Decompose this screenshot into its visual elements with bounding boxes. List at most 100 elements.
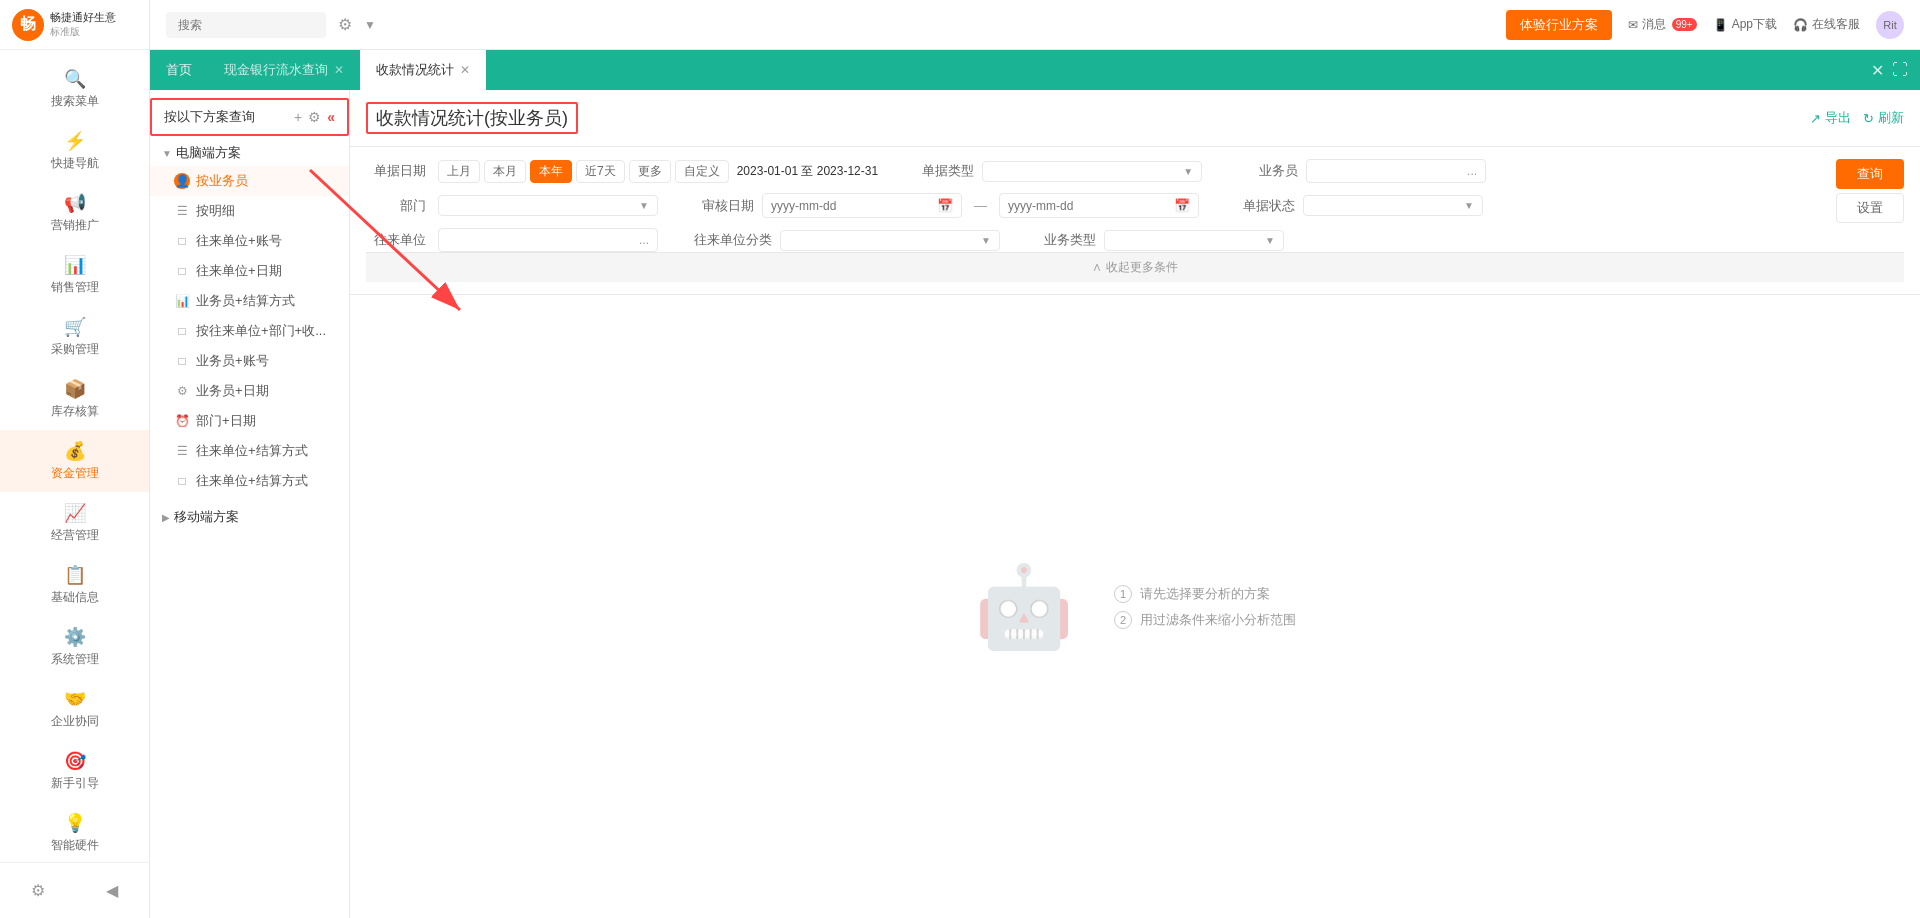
pc-schemes-label: 电脑端方案 (176, 144, 241, 162)
tabs-bar: 首页 现金银行流水查询 ✕ 收款情况统计 ✕ ✕ ⛶ (150, 50, 1920, 90)
sidebar-item-collab[interactable]: 🤝 企业协同 (0, 678, 149, 740)
salesman-select[interactable]: ... (1306, 159, 1486, 183)
date-btn-this-month[interactable]: 本月 (484, 160, 526, 183)
scheme-partner-settle2[interactable]: □ 往来单位+结算方式 (150, 466, 349, 496)
scheme-dept-date[interactable]: ⏰ 部门+日期 (150, 406, 349, 436)
date-btn-last-month[interactable]: 上月 (438, 160, 480, 183)
topbar-dropdown-icon[interactable]: ▼ (364, 18, 376, 32)
logo-icon: 畅 (12, 9, 44, 41)
dept-select[interactable]: ▼ (438, 195, 658, 216)
user-avatar[interactable]: Rit (1876, 11, 1904, 39)
tab-collection-stats[interactable]: 收款情况统计 ✕ (360, 50, 486, 90)
partner-category-field: 往来单位分类 ▼ (694, 230, 1000, 251)
empty-state-content: 🤖 1 请先选择要分析的方案 2 用过滤条件来缩小分析范围 (974, 560, 1296, 654)
sidebar-item-search[interactable]: 🔍 搜索菜单 (0, 58, 149, 120)
scheme-partner-date[interactable]: □ 往来单位+日期 (150, 256, 349, 286)
pc-schemes-arrow: ▼ (162, 148, 172, 159)
tab-close-all-icon[interactable]: ✕ (1871, 61, 1884, 80)
message-btn[interactable]: ✉ 消息 99+ (1628, 16, 1697, 33)
dept-date-icon: ⏰ (174, 413, 190, 429)
topbar-search-input[interactable] (166, 12, 326, 38)
sidebar-item-basic-info[interactable]: 📋 基础信息 (0, 554, 149, 616)
review-date-label: 审核日期 (694, 197, 754, 215)
export-icon: ↗ (1810, 111, 1821, 126)
voucher-status-field: 单据状态 ▼ (1235, 195, 1483, 216)
empty-robot-icon: 🤖 (974, 560, 1074, 654)
pc-schemes-parent[interactable]: ▼ 电脑端方案 (150, 140, 349, 166)
sidebar-item-inventory[interactable]: 📦 库存核算 (0, 368, 149, 430)
settings-bottom-icon[interactable]: ⚙ (23, 873, 53, 908)
review-date-start[interactable] (771, 199, 933, 213)
voucher-status-label: 单据状态 (1235, 197, 1295, 215)
partner-account-icon: □ (174, 233, 190, 249)
salesman-date-icon: ⚙ (174, 383, 190, 399)
tab-expand-icon[interactable]: ⛶ (1892, 61, 1908, 79)
partner-select[interactable]: ... (438, 228, 658, 252)
scheme-partner-settle1[interactable]: ☰ 往来单位+结算方式 (150, 436, 349, 466)
tab-home[interactable]: 首页 (150, 50, 208, 90)
sidebar-item-system[interactable]: ⚙️ 系统管理 (0, 616, 149, 678)
topbar-gear-icon[interactable]: ⚙ (338, 15, 352, 34)
scheme-by-salesman[interactable]: 👤 按业务员 (150, 166, 349, 196)
sidebar-item-quick-nav[interactable]: ⚡ 快捷导航 (0, 120, 149, 182)
content-area: 按以下方案查询 + ⚙ « ▼ 电脑端方案 👤 按业务员 ☰ 按 (150, 90, 1920, 918)
sidebar-item-hardware[interactable]: 💡 智能硬件 (0, 802, 149, 862)
export-btn[interactable]: ↗ 导出 (1810, 109, 1851, 127)
sidebar-item-sales[interactable]: 📊 销售管理 (0, 244, 149, 306)
calendar-start-icon[interactable]: 📅 (937, 198, 953, 213)
biz-type-select[interactable]: ▼ (1104, 230, 1284, 251)
mobile-schemes-parent[interactable]: ▶ 移动端方案 (150, 504, 349, 530)
refresh-btn[interactable]: ↻ 刷新 (1863, 109, 1904, 127)
salesman-more-icon[interactable]: ... (1467, 164, 1477, 178)
voucher-type-select[interactable]: ▼ (982, 161, 1202, 182)
message-badge: 99+ (1672, 18, 1697, 31)
review-date-end[interactable] (1008, 199, 1170, 213)
empty-steps: 1 请先选择要分析的方案 2 用过滤条件来缩小分析范围 (1114, 585, 1296, 629)
query-button[interactable]: 查询 (1836, 159, 1904, 189)
add-scheme-icon[interactable]: + (294, 109, 302, 125)
filter-row-2: 部门 ▼ 审核日期 📅 — (366, 193, 1824, 218)
dept-label: 部门 (366, 197, 426, 215)
partner-category-select[interactable]: ▼ (780, 230, 1000, 251)
scheme-partner-account[interactable]: □ 往来单位+账号 (150, 226, 349, 256)
quick-nav-icon: ⚡ (64, 130, 86, 152)
partner-date-icon: □ (174, 263, 190, 279)
partner-settle1-icon: ☰ (174, 443, 190, 459)
date-btn-this-year[interactable]: 本年 (530, 160, 572, 183)
collapse-sidebar-icon[interactable]: ◀ (98, 873, 126, 908)
tab-collection-stats-close[interactable]: ✕ (460, 63, 470, 77)
guide-icon: 🎯 (64, 750, 86, 772)
scheme-salesman-account[interactable]: □ 业务员+账号 (150, 346, 349, 376)
service-icon: 🎧 (1793, 18, 1808, 32)
date-btn-custom[interactable]: 自定义 (675, 160, 729, 183)
scheme-salesman-date[interactable]: ⚙ 业务员+日期 (150, 376, 349, 406)
scheme-settings-icon[interactable]: ⚙ (308, 109, 321, 125)
page-header: 收款情况统计(按业务员) ↗ 导出 ↻ 刷新 (350, 90, 1920, 147)
sidebar-item-label: 营销推广 (51, 217, 99, 234)
scheme-label: 业务员+日期 (196, 382, 269, 400)
tab-cash-flow[interactable]: 现金银行流水查询 ✕ (208, 50, 360, 90)
online-service-btn[interactable]: 🎧 在线客服 (1793, 16, 1860, 33)
sidebar-item-purchase[interactable]: 🛒 采购管理 (0, 306, 149, 368)
app-download-btn[interactable]: 📱 App下载 (1713, 16, 1777, 33)
date-btn-more[interactable]: 更多 (629, 160, 671, 183)
trial-button[interactable]: 体验行业方案 (1506, 10, 1612, 40)
partner-more-icon[interactable]: ... (639, 233, 649, 247)
collapse-bar-text: ∧ 收起更多条件 (1092, 260, 1177, 274)
sidebar-item-marketing[interactable]: 📢 营销推广 (0, 182, 149, 244)
setting-button[interactable]: 设置 (1836, 193, 1904, 223)
date-btn-7days[interactable]: 近7天 (576, 160, 625, 183)
tab-cash-flow-close[interactable]: ✕ (334, 63, 344, 77)
scheme-by-detail[interactable]: ☰ 按明细 (150, 196, 349, 226)
empty-state: 🤖 1 请先选择要分析的方案 2 用过滤条件来缩小分析范围 (974, 560, 1296, 654)
logo-text: 畅捷通好生意 标准版 (50, 10, 116, 39)
sidebar-item-guide[interactable]: 🎯 新手引导 (0, 740, 149, 802)
sidebar-item-finance[interactable]: 💰 资金管理 (0, 430, 149, 492)
scheme-salesman-settlement[interactable]: 📊 业务员+结算方式 (150, 286, 349, 316)
sidebar-item-operations[interactable]: 📈 经营管理 (0, 492, 149, 554)
collapse-bar[interactable]: ∧ 收起更多条件 (366, 252, 1904, 282)
collapse-panel-icon[interactable]: « (327, 109, 335, 125)
voucher-status-select[interactable]: ▼ (1303, 195, 1483, 216)
calendar-end-icon[interactable]: 📅 (1174, 198, 1190, 213)
scheme-partner-dept[interactable]: □ 按往来单位+部门+收... (150, 316, 349, 346)
